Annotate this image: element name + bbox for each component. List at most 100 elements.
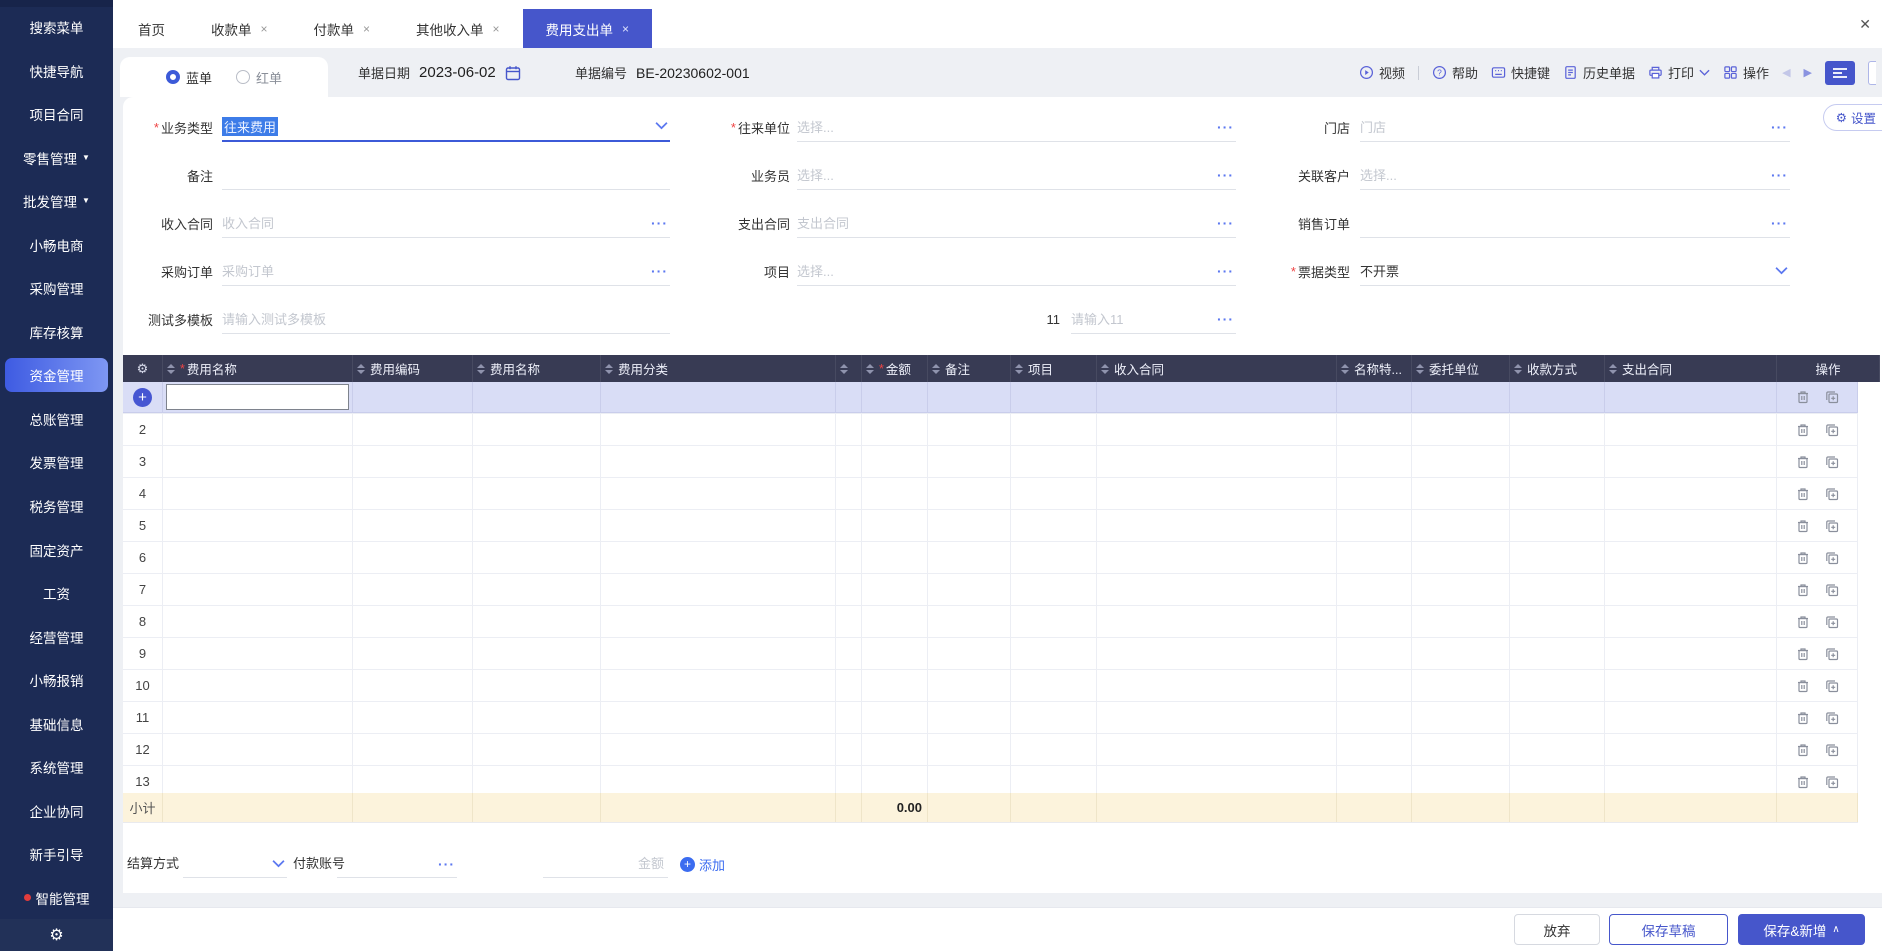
- chevron-down-icon[interactable]: [272, 859, 285, 868]
- next-doc-icon[interactable]: ▶: [1804, 66, 1812, 79]
- cell[interactable]: [928, 542, 1011, 573]
- cell[interactable]: [353, 542, 473, 573]
- delete-row-icon[interactable]: [1796, 615, 1810, 629]
- ellipsis-picker-icon[interactable]: ···: [1217, 312, 1234, 326]
- settle-method-select[interactable]: [183, 850, 287, 878]
- business-type-select[interactable]: 往来费用: [222, 112, 670, 142]
- sort-icon[interactable]: [167, 363, 175, 374]
- col-header-spacer[interactable]: [836, 355, 862, 382]
- cell[interactable]: [836, 638, 862, 669]
- sales-order-input[interactable]: ···: [1360, 208, 1790, 238]
- table-row[interactable]: 9: [123, 638, 1858, 670]
- sidebar-item[interactable]: 库存核算: [0, 315, 113, 349]
- copy-row-icon[interactable]: [1825, 551, 1839, 565]
- sort-icon[interactable]: [1101, 363, 1109, 374]
- cell[interactable]: [1510, 702, 1605, 733]
- copy-row-icon[interactable]: [1825, 647, 1839, 661]
- tab-付款单[interactable]: 付款单 ×: [291, 9, 394, 48]
- cell[interactable]: [1605, 766, 1777, 793]
- purchase-order-input[interactable]: 采购订单 ···: [222, 256, 670, 286]
- cell[interactable]: [1011, 510, 1097, 541]
- add-row-button[interactable]: +: [133, 387, 152, 407]
- col-header-name-special[interactable]: 名称特...: [1337, 355, 1412, 382]
- cell[interactable]: [836, 766, 862, 793]
- sidebar-item[interactable]: 总账管理: [0, 402, 113, 436]
- settings-button[interactable]: ⚙ 设置: [1822, 104, 1882, 131]
- project-input[interactable]: 选择... ···: [797, 256, 1236, 286]
- sort-icon[interactable]: [1015, 363, 1023, 374]
- invoice-type-select[interactable]: 不开票: [1360, 256, 1790, 286]
- cell[interactable]: [601, 606, 836, 637]
- cell[interactable]: [1412, 542, 1510, 573]
- sidebar-item[interactable]: 智能管理: [0, 881, 113, 915]
- cell[interactable]: [1011, 574, 1097, 605]
- cell[interactable]: [353, 446, 473, 477]
- cell[interactable]: [473, 638, 601, 669]
- table-row[interactable]: 7: [123, 574, 1858, 606]
- cell[interactable]: [862, 766, 928, 793]
- toolbar-play-circle[interactable]: 视频: [1359, 63, 1405, 82]
- copy-row-icon[interactable]: [1825, 679, 1839, 693]
- sidebar-item[interactable]: 税务管理: [0, 489, 113, 523]
- cell[interactable]: [601, 766, 836, 793]
- cell[interactable]: [928, 734, 1011, 765]
- cell[interactable]: [836, 446, 862, 477]
- tab-close-icon[interactable]: ×: [261, 22, 268, 36]
- cell[interactable]: [1011, 638, 1097, 669]
- cell[interactable]: [1412, 414, 1510, 445]
- calendar-icon[interactable]: [505, 65, 521, 81]
- payment-amount-input[interactable]: 金额: [543, 850, 668, 878]
- cell[interactable]: [1337, 606, 1412, 637]
- cell[interactable]: [163, 670, 353, 701]
- sort-icon[interactable]: [840, 363, 848, 374]
- copy-row-icon[interactable]: [1825, 775, 1839, 789]
- cell[interactable]: [1605, 510, 1777, 541]
- chevron-down-icon[interactable]: [1775, 266, 1788, 275]
- cell[interactable]: [473, 766, 601, 793]
- sidebar-item[interactable]: 批发管理 ▼: [0, 184, 113, 218]
- cell[interactable]: [1011, 734, 1097, 765]
- delete-row-icon[interactable]: [1796, 583, 1810, 597]
- prev-doc-icon[interactable]: ◀: [1782, 66, 1790, 79]
- sidebar-item[interactable]: 经营管理: [0, 620, 113, 654]
- income-contract-input[interactable]: 收入合同 ···: [222, 208, 670, 238]
- table-row[interactable]: 6: [123, 542, 1858, 574]
- discard-button[interactable]: 放弃: [1514, 914, 1600, 945]
- cell[interactable]: [1337, 766, 1412, 793]
- cell[interactable]: [1412, 670, 1510, 701]
- cell[interactable]: [1510, 638, 1605, 669]
- expense-contract-input[interactable]: 支出合同 ···: [797, 208, 1236, 238]
- cell[interactable]: [473, 606, 601, 637]
- add-payment-button[interactable]: + 添加: [680, 850, 725, 878]
- cell[interactable]: [862, 542, 928, 573]
- cell[interactable]: [163, 510, 353, 541]
- cell[interactable]: [1605, 638, 1777, 669]
- ellipsis-picker-icon[interactable]: ···: [1771, 120, 1788, 134]
- cell[interactable]: [1605, 446, 1777, 477]
- cell[interactable]: [836, 542, 862, 573]
- cell[interactable]: [862, 574, 928, 605]
- cell[interactable]: [1097, 478, 1337, 509]
- cell[interactable]: [836, 702, 862, 733]
- table-row[interactable]: 11: [123, 702, 1858, 734]
- cell[interactable]: [862, 638, 928, 669]
- cell[interactable]: [928, 478, 1011, 509]
- cell[interactable]: [163, 446, 353, 477]
- payment-account-input[interactable]: ···: [337, 850, 457, 878]
- cell[interactable]: [163, 734, 353, 765]
- cell[interactable]: [353, 510, 473, 541]
- cell[interactable]: [163, 542, 353, 573]
- cell[interactable]: [1605, 606, 1777, 637]
- cell[interactable]: [601, 478, 836, 509]
- cell[interactable]: [928, 606, 1011, 637]
- col-header-expense-code[interactable]: 费用编码: [353, 355, 473, 382]
- sidebar-item[interactable]: 工资: [0, 576, 113, 610]
- copy-row-icon[interactable]: [1825, 423, 1839, 437]
- cell[interactable]: [1337, 574, 1412, 605]
- cell[interactable]: [1337, 446, 1412, 477]
- cell[interactable]: [1011, 446, 1097, 477]
- sort-icon[interactable]: [866, 363, 874, 374]
- sidebar-item[interactable]: 固定资产: [0, 533, 113, 567]
- delete-row-icon[interactable]: [1796, 551, 1810, 565]
- cell[interactable]: [928, 638, 1011, 669]
